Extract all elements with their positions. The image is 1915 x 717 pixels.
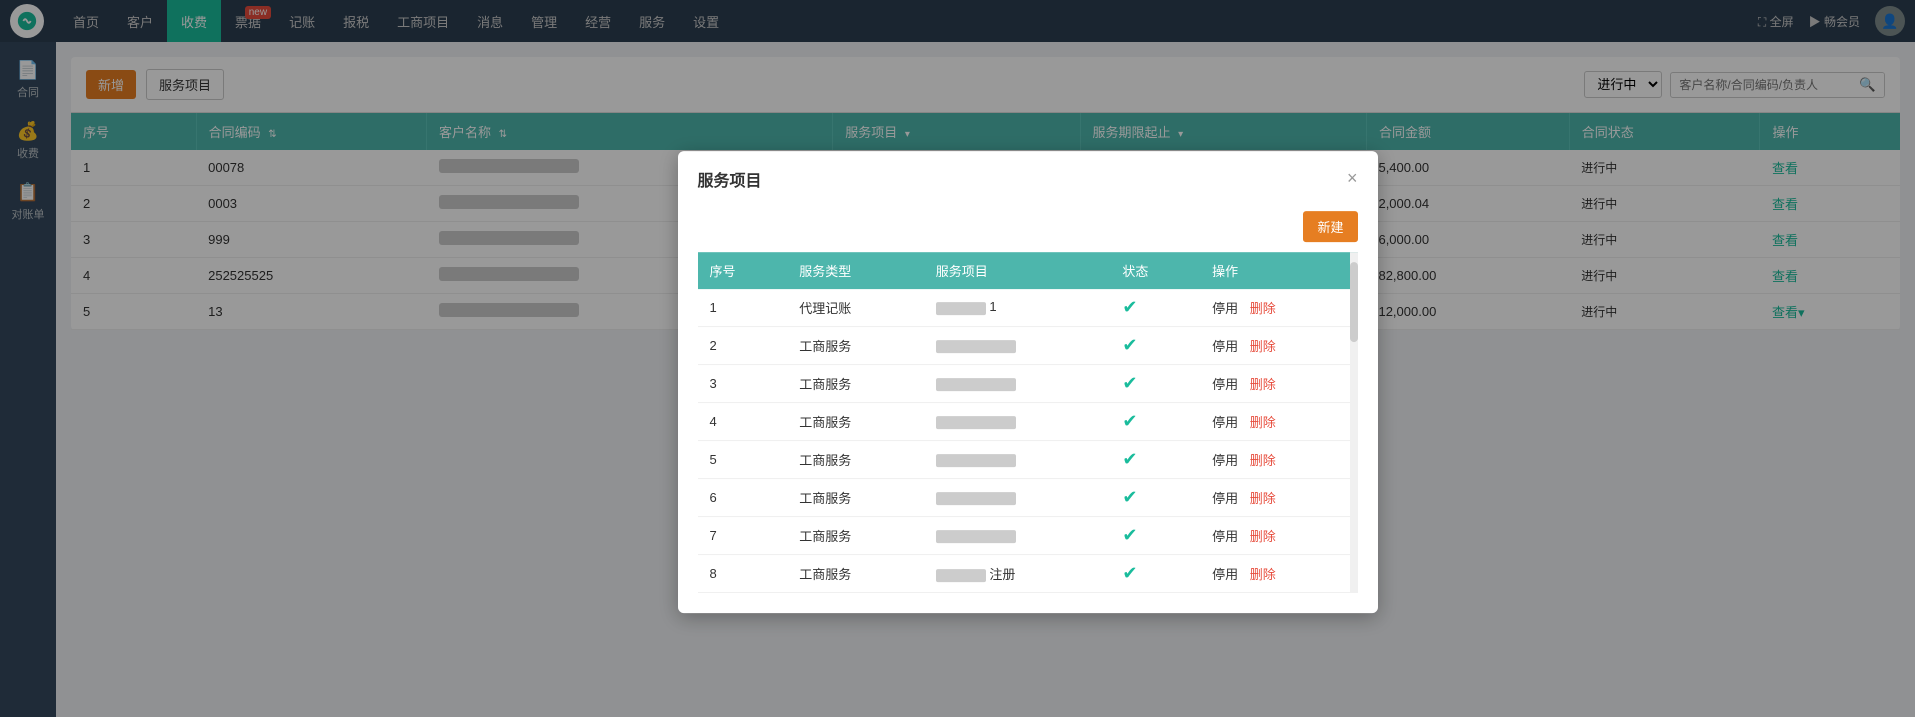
delete-button[interactable]: 删除 [1250, 415, 1276, 430]
list-item: 3 工商服务 ✔ 停用 删除 [698, 364, 1358, 402]
modal-header: 服务项目 × [678, 151, 1378, 201]
delete-button[interactable]: 删除 [1250, 491, 1276, 506]
delete-button[interactable]: 删除 [1250, 529, 1276, 544]
scrollbar-track [1350, 252, 1358, 593]
list-item: 7 工商服务 ✔ 停用 删除 [698, 516, 1358, 554]
modal-cell-action[interactable]: 停用 删除 [1200, 364, 1357, 402]
modal-col-status: 状态 [1110, 252, 1200, 289]
modal-cell-action[interactable]: 停用 删除 [1200, 478, 1357, 516]
modal-cell-action[interactable]: 停用 删除 [1200, 326, 1357, 364]
modal-col-item: 服务项目 [924, 252, 1111, 289]
stop-button[interactable]: 停用 [1212, 453, 1238, 468]
modal-cell-type: 工商服务 [787, 402, 923, 440]
modal-cell-action[interactable]: 停用 删除 [1200, 516, 1357, 554]
modal-cell-item [924, 364, 1111, 402]
modal-cell-type: 工商服务 [787, 516, 923, 554]
modal-cell-item [924, 402, 1111, 440]
list-item: 6 工商服务 ✔ 停用 删除 [698, 478, 1358, 516]
modal-col-type: 服务类型 [787, 252, 923, 289]
stop-button[interactable]: 停用 [1212, 567, 1238, 582]
modal-cell-type: 工商服务 [787, 478, 923, 516]
modal-toolbar: 新建 [698, 201, 1358, 252]
list-item: 1 代理记账 1 ✔ 停用 删除 [698, 289, 1358, 327]
modal-cell-type: 工商服务 [787, 554, 923, 592]
modal-cell-type: 工商服务 [787, 440, 923, 478]
modal-cell-status: ✔ [1110, 478, 1200, 516]
delete-button[interactable]: 删除 [1250, 453, 1276, 468]
modal-cell-seq: 1 [698, 289, 788, 327]
modal-cell-status: ✔ [1110, 554, 1200, 592]
modal-scroll-area: 序号 服务类型 服务项目 状态 操作 1 代理记账 1 ✔ 停用 删除 2 工商… [698, 252, 1358, 593]
delete-button[interactable]: 删除 [1250, 339, 1276, 354]
service-modal: 服务项目 × 新建 序号 服务类型 服务项目 状态 操作 1 代理记账 [678, 151, 1378, 613]
modal-cell-status: ✔ [1110, 516, 1200, 554]
modal-cell-item [924, 516, 1111, 554]
list-item: 4 工商服务 ✔ 停用 删除 [698, 402, 1358, 440]
modal-cell-item [924, 478, 1111, 516]
modal-close-button[interactable]: × [1347, 168, 1358, 189]
delete-button[interactable]: 删除 [1250, 301, 1276, 316]
scrollbar-thumb[interactable] [1350, 262, 1358, 342]
modal-cell-status: ✔ [1110, 326, 1200, 364]
modal-cell-action[interactable]: 停用 删除 [1200, 440, 1357, 478]
modal-col-seq: 序号 [698, 252, 788, 289]
modal-cell-item [924, 326, 1111, 364]
modal-cell-seq: 7 [698, 516, 788, 554]
modal-new-button[interactable]: 新建 [1303, 211, 1357, 242]
stop-button[interactable]: 停用 [1212, 491, 1238, 506]
stop-button[interactable]: 停用 [1212, 339, 1238, 354]
modal-cell-item: 注册 [924, 554, 1111, 592]
modal-cell-status: ✔ [1110, 402, 1200, 440]
stop-button[interactable]: 停用 [1212, 415, 1238, 430]
modal-cell-seq: 5 [698, 440, 788, 478]
modal-cell-seq: 3 [698, 364, 788, 402]
modal-cell-type: 工商服务 [787, 364, 923, 402]
modal-cell-type: 代理记账 [787, 289, 923, 327]
list-item: 2 工商服务 ✔ 停用 删除 [698, 326, 1358, 364]
list-item: 5 工商服务 ✔ 停用 删除 [698, 440, 1358, 478]
modal-cell-seq: 8 [698, 554, 788, 592]
modal-cell-seq: 4 [698, 402, 788, 440]
modal-cell-status: ✔ [1110, 440, 1200, 478]
modal-cell-status: ✔ [1110, 289, 1200, 327]
stop-button[interactable]: 停用 [1212, 529, 1238, 544]
modal-cell-item [924, 440, 1111, 478]
modal-cell-action[interactable]: 停用 删除 [1200, 554, 1357, 592]
modal-title: 服务项目 [698, 167, 762, 191]
stop-button[interactable]: 停用 [1212, 301, 1238, 316]
modal-col-action: 操作 [1200, 252, 1357, 289]
delete-button[interactable]: 删除 [1250, 567, 1276, 582]
modal-cell-status: ✔ [1110, 364, 1200, 402]
list-item: 8 工商服务 注册 ✔ 停用 删除 [698, 554, 1358, 592]
delete-button[interactable]: 删除 [1250, 377, 1276, 392]
modal-cell-type: 工商服务 [787, 326, 923, 364]
modal-cell-seq: 2 [698, 326, 788, 364]
modal-body: 新建 序号 服务类型 服务项目 状态 操作 1 代理记账 1 ✔ 停用 [678, 201, 1378, 613]
modal-cell-action[interactable]: 停用 删除 [1200, 402, 1357, 440]
modal-cell-seq: 6 [698, 478, 788, 516]
stop-button[interactable]: 停用 [1212, 377, 1238, 392]
modal-cell-item: 1 [924, 289, 1111, 327]
modal-cell-action[interactable]: 停用 删除 [1200, 289, 1357, 327]
service-table: 序号 服务类型 服务项目 状态 操作 1 代理记账 1 ✔ 停用 删除 2 工商… [698, 252, 1358, 593]
